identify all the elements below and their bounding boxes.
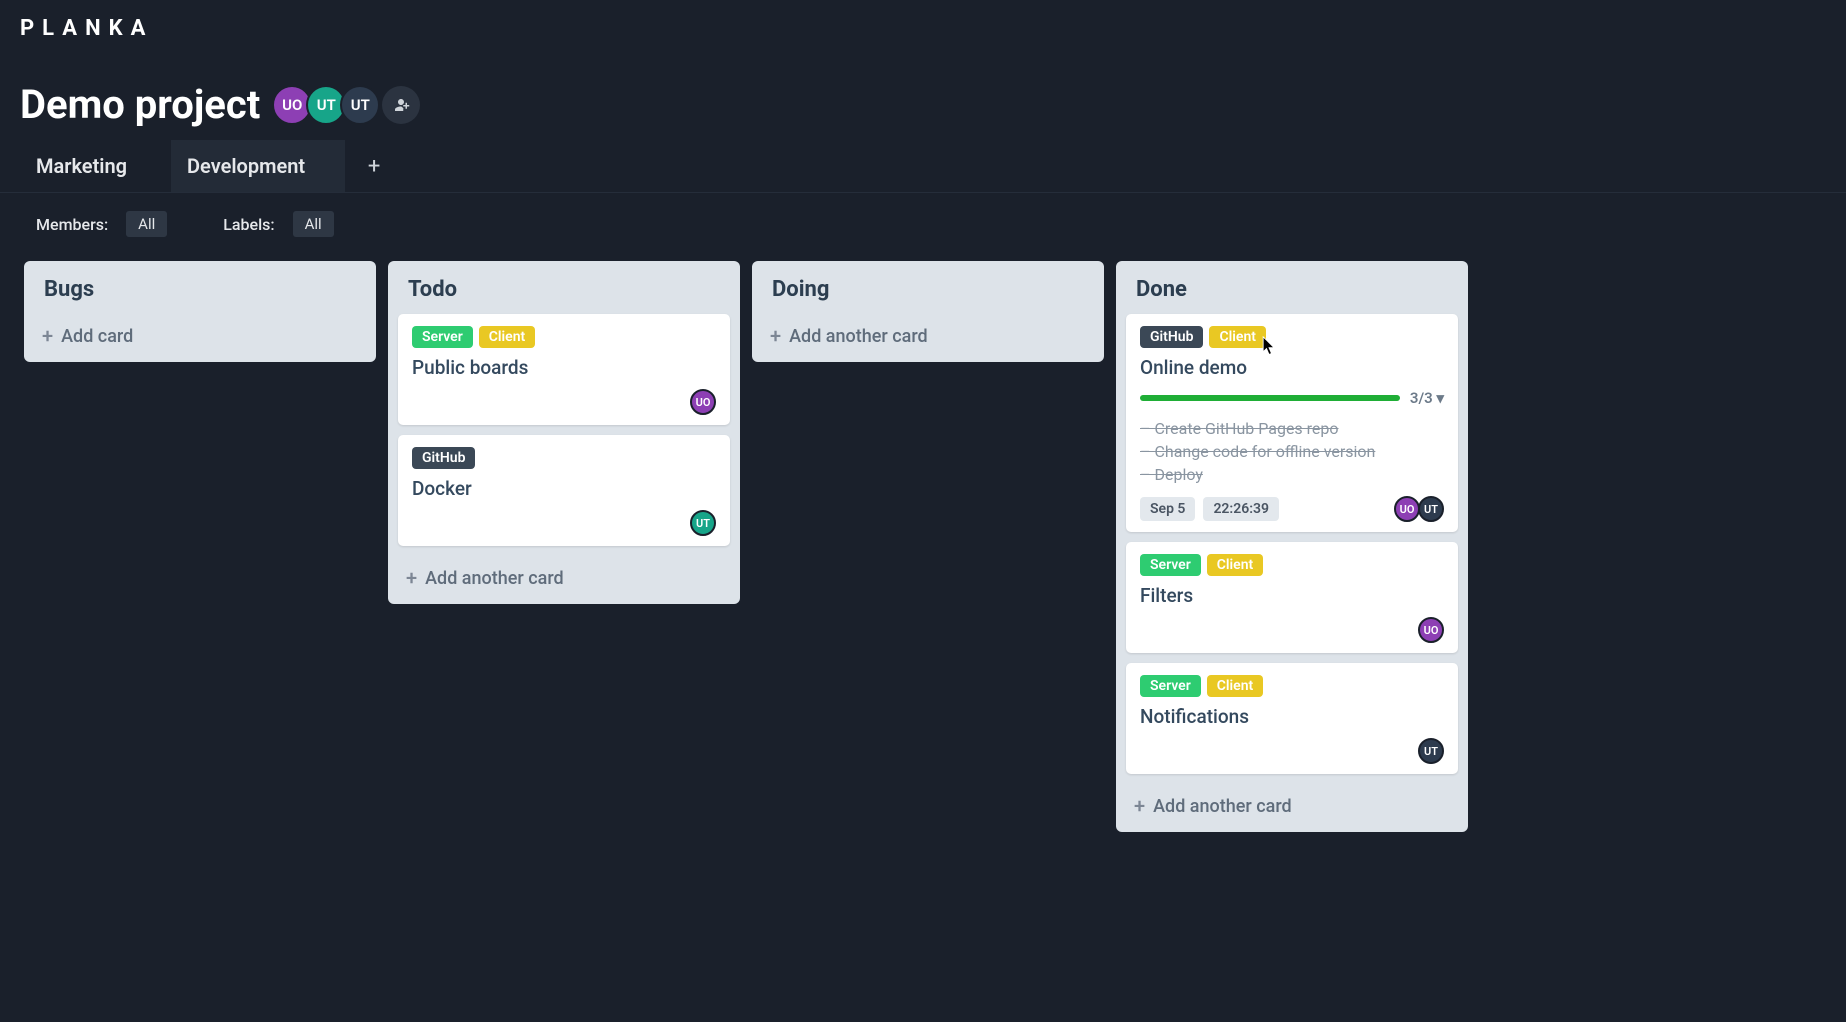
card-label[interactable]: Client xyxy=(1209,326,1265,348)
checklist-item[interactable]: Change code for offline version xyxy=(1140,440,1444,463)
card-labels: Server Client xyxy=(1140,675,1444,697)
card[interactable]: Server Client Filters UO xyxy=(1126,542,1458,653)
card-footer: UO xyxy=(1140,617,1444,643)
plus-icon: + xyxy=(406,566,417,590)
project-title[interactable]: Demo project xyxy=(20,81,260,128)
card-footer: UO xyxy=(412,389,716,415)
card-badges: Sep 5 22:26:39 xyxy=(1140,497,1279,521)
progress-track xyxy=(1140,395,1400,401)
add-card-label: Add another card xyxy=(425,568,564,589)
board: Bugs + Add card Todo Server Client Public boar… xyxy=(0,247,1846,862)
plus-icon: + xyxy=(1134,794,1145,818)
card-label[interactable]: GitHub xyxy=(1140,326,1203,348)
labels-filter-label: Labels: xyxy=(223,215,274,234)
list: Bugs + Add card xyxy=(24,261,376,362)
list-title[interactable]: Doing xyxy=(762,271,1094,314)
card[interactable]: Server Client Public boards UO xyxy=(398,314,730,425)
project-members: UO UT UT xyxy=(278,85,420,125)
card-title: Public boards xyxy=(412,356,716,379)
add-card-button[interactable]: + Add another card xyxy=(1126,784,1458,824)
card-label[interactable]: Client xyxy=(1207,554,1263,576)
add-card-button[interactable]: + Add card xyxy=(34,314,366,354)
avatar[interactable]: UT xyxy=(690,510,716,536)
avatar[interactable]: UO xyxy=(690,389,716,415)
project-header: Demo project UO UT UT xyxy=(0,56,1846,140)
list-title[interactable]: Todo xyxy=(398,271,730,314)
card-title: Filters xyxy=(1140,584,1444,607)
filters-row: Members: All Labels: All xyxy=(0,193,1846,247)
card-labels: Server Client xyxy=(1140,554,1444,576)
card-label[interactable]: Client xyxy=(479,326,535,348)
app-logo[interactable]: PLANKA xyxy=(20,16,153,41)
list: Todo Server Client Public boards UO GitHub Doc… xyxy=(388,261,740,604)
card-title: Online demo xyxy=(1140,356,1444,379)
card-label[interactable]: Server xyxy=(1140,554,1201,576)
card-label[interactable]: Client xyxy=(1207,675,1263,697)
list: Done GitHub Client Online demo 3/3 ▾ Create G… xyxy=(1116,261,1468,832)
tab-development[interactable]: Development xyxy=(171,140,345,192)
avatar[interactable]: UT xyxy=(1418,738,1444,764)
avatar[interactable]: UO xyxy=(1418,617,1444,643)
list-title[interactable]: Done xyxy=(1126,271,1458,314)
card-label[interactable]: Server xyxy=(1140,675,1201,697)
progress-row: 3/3 ▾ xyxy=(1140,389,1444,407)
card-labels: GitHub xyxy=(412,447,716,469)
badge: 22:26:39 xyxy=(1203,497,1279,521)
card-label[interactable]: Server xyxy=(412,326,473,348)
card[interactable]: GitHub Docker UT xyxy=(398,435,730,546)
add-card-label: Add another card xyxy=(1153,796,1292,817)
plus-icon: + xyxy=(368,154,380,179)
badge: Sep 5 xyxy=(1140,497,1195,521)
add-member-button[interactable] xyxy=(382,86,420,124)
avatar[interactable]: UO xyxy=(1394,496,1420,522)
add-card-label: Add another card xyxy=(789,326,928,347)
card[interactable]: GitHub Client Online demo 3/3 ▾ Create GitHu… xyxy=(1126,314,1458,532)
checklist-item[interactable]: Create GitHub Pages repo xyxy=(1140,417,1444,440)
add-user-icon xyxy=(392,96,410,114)
card-footer: UT xyxy=(412,510,716,536)
card-footer: Sep 5 22:26:39 UOUT xyxy=(1140,496,1444,522)
checklist-item[interactable]: Deploy xyxy=(1140,463,1444,486)
card[interactable]: Server Client Notifications UT xyxy=(1126,663,1458,774)
card-labels: GitHub Client xyxy=(1140,326,1444,348)
card-footer: UT xyxy=(1140,738,1444,764)
progress-fill xyxy=(1140,395,1400,401)
add-board-button[interactable]: + xyxy=(357,149,391,183)
plus-icon: + xyxy=(42,324,53,348)
avatar[interactable]: UT xyxy=(340,85,380,125)
add-card-button[interactable]: + Add another card xyxy=(398,556,730,596)
members-filter-label: Members: xyxy=(36,215,108,234)
topbar: PLANKA xyxy=(0,0,1846,56)
members-filter-chip[interactable]: All xyxy=(126,211,167,237)
boards-tabs: Marketing Development + xyxy=(0,140,1846,193)
card-title: Docker xyxy=(412,477,716,500)
plus-icon: + xyxy=(770,324,781,348)
progress-count[interactable]: 3/3 ▾ xyxy=(1410,389,1444,407)
card-label[interactable]: GitHub xyxy=(412,447,475,469)
card-labels: Server Client xyxy=(412,326,716,348)
avatar[interactable]: UT xyxy=(1418,496,1444,522)
card-title: Notifications xyxy=(1140,705,1444,728)
list: Doing + Add another card xyxy=(752,261,1104,362)
add-card-button[interactable]: + Add another card xyxy=(762,314,1094,354)
list-title[interactable]: Bugs xyxy=(34,271,366,314)
tab-marketing[interactable]: Marketing xyxy=(20,140,167,192)
labels-filter-chip[interactable]: All xyxy=(293,211,334,237)
add-card-label: Add card xyxy=(61,326,133,347)
